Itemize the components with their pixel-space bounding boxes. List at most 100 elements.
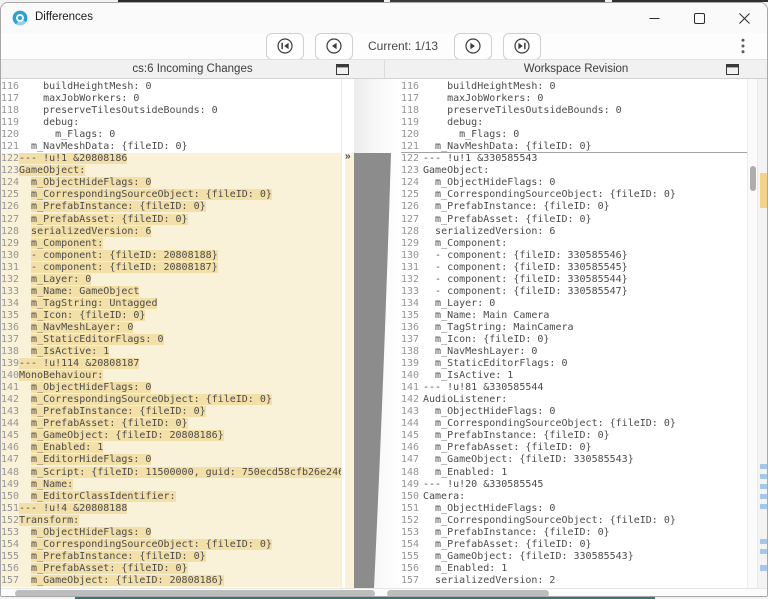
right-pane-header: Workspace Revision xyxy=(385,60,767,78)
screen: Differences Current: 1/13 cs:6 Incoming … xyxy=(0,0,768,599)
ruler-change-marker[interactable] xyxy=(760,549,767,554)
right-horizontal-scrollbar-thumb[interactable] xyxy=(387,590,549,596)
line-number: 139 xyxy=(1,358,20,370)
window-controls xyxy=(632,3,767,33)
code-line: 157 serializedVersion: 2 xyxy=(401,575,747,587)
ruler-change-marker[interactable] xyxy=(760,565,767,571)
ruler-change-marker[interactable] xyxy=(760,484,767,489)
vertical-scrollbar-thumb[interactable] xyxy=(750,166,756,191)
ruler-change-marker[interactable] xyxy=(760,474,767,479)
diff-connector-shape xyxy=(354,153,391,588)
code-line: 124 m_ObjectHideFlags: 0 xyxy=(1,177,341,190)
title-bar[interactable]: Differences xyxy=(1,3,767,33)
code-text: GameObject: xyxy=(19,165,86,177)
code-line: 133 - component: {fileID: 330585547} xyxy=(401,286,747,298)
right-vertical-scrollbar[interactable] xyxy=(747,79,757,588)
code-text: m_PrefabInstance: {fileID: 0} xyxy=(435,430,610,442)
code-text: m_IsActive: 1 xyxy=(31,346,110,358)
code-text: m_Component: xyxy=(435,237,508,249)
code-text: m_Flags: 0 xyxy=(55,129,116,141)
line-number: 124 xyxy=(401,177,420,189)
line-number: 125 xyxy=(401,189,420,201)
code-line: 131 - component: {fileID: 330585545} xyxy=(401,262,747,274)
line-number: 147 xyxy=(1,454,20,466)
go-next-diff-button[interactable] xyxy=(454,32,493,60)
line-number: 135 xyxy=(401,309,420,321)
code-text: maxJobWorkers: 0 xyxy=(447,93,544,105)
code-line: 140 m_IsActive: 1 xyxy=(401,370,747,382)
maximize-pane-icon[interactable] xyxy=(726,64,739,75)
code-line: 129 m_Component: xyxy=(401,238,747,250)
code-text: - component: {fileID: 330585545} xyxy=(435,261,628,273)
code-text: m_CorrespondingSourceObject: {fileID: 0} xyxy=(31,538,272,550)
code-line: 146 m_PrefabAsset: {fileID: 0} xyxy=(401,442,747,454)
line-number: 146 xyxy=(1,442,20,454)
right-code-pane[interactable]: 116 buildHeightMesh: 0 117 maxJobWorkers:… xyxy=(401,79,747,588)
ruler-change-marker[interactable] xyxy=(760,173,767,208)
code-text: m_Name: xyxy=(31,478,74,490)
code-text: m_PrefabInstance: {fileID: 0} xyxy=(435,526,610,538)
code-text: m_CorrespondingSourceObject: {fileID: 0} xyxy=(435,514,676,526)
code-line: 130 - component: {fileID: 20808188} xyxy=(1,249,341,262)
code-line: 138 m_IsActive: 1 xyxy=(1,346,341,359)
code-text: m_NavMeshLayer: 0 xyxy=(435,346,538,358)
go-previous-diff-button[interactable] xyxy=(315,32,353,60)
code-line: 152 m_CorrespondingSourceObject: {fileID… xyxy=(401,515,747,527)
code-line: 120 m_Flags: 0 xyxy=(1,129,341,141)
go-first-diff-button[interactable] xyxy=(266,32,304,60)
line-number: 135 xyxy=(1,309,20,321)
code-line: 149 m_Name: xyxy=(1,478,341,491)
ruler-change-marker[interactable] xyxy=(760,504,767,509)
plastic-scm-logo-icon xyxy=(12,10,28,26)
code-text: m_PrefabAsset: {fileID: 0} xyxy=(31,562,188,574)
code-line: 144 m_PrefabAsset: {fileID: 0} xyxy=(1,418,341,431)
code-line: 154 m_PrefabAsset: {fileID: 0} xyxy=(401,539,747,551)
code-text: m_GameObject: {fileID: 20808186} xyxy=(31,430,224,442)
code-text: m_Component: xyxy=(31,237,104,249)
close-icon[interactable] xyxy=(722,3,767,33)
ruler-change-marker[interactable] xyxy=(760,539,767,544)
code-text: Transform: xyxy=(19,514,80,526)
line-number: 132 xyxy=(401,273,420,285)
code-line: 127 m_PrefabAsset: {fileID: 0} xyxy=(1,213,341,226)
line-number: 122 xyxy=(1,153,20,165)
code-text: m_ObjectHideFlags: 0 xyxy=(31,526,152,538)
ruler-change-marker[interactable] xyxy=(760,464,767,469)
code-text: --- !u!114 &20808187 xyxy=(19,358,140,370)
line-number: 141 xyxy=(1,382,20,394)
code-line: 154 m_CorrespondingSourceObject: {fileID… xyxy=(1,538,341,551)
ruler-change-marker[interactable] xyxy=(760,494,767,499)
line-number: 142 xyxy=(401,394,420,406)
kebab-menu-icon[interactable] xyxy=(733,34,753,58)
line-number: 137 xyxy=(1,333,20,345)
code-line: 139 m_StaticEditorFlags: 0 xyxy=(401,358,747,370)
code-line: 151 --- !u!4 &20808188 xyxy=(1,502,341,515)
code-text: - component: {fileID: 330585547} xyxy=(435,285,628,297)
code-line: 146 m_Enabled: 1 xyxy=(1,442,341,455)
line-number: 128 xyxy=(1,225,20,237)
code-text: debug: xyxy=(447,117,484,129)
code-text: m_PrefabInstance: {fileID: 0} xyxy=(31,406,206,418)
code-line: 142 m_CorrespondingSourceObject: {fileID… xyxy=(1,394,341,407)
code-line: 125 m_CorrespondingSourceObject: {fileID… xyxy=(1,189,341,202)
go-last-diff-button[interactable] xyxy=(503,32,542,60)
code-line: 135 m_Name: Main Camera xyxy=(401,310,747,322)
code-line: 119 debug: xyxy=(1,117,341,129)
code-line: 138 m_NavMeshLayer: 0 xyxy=(401,346,747,358)
line-number: 122 xyxy=(401,153,420,165)
code-line: 156 m_Enabled: 1 xyxy=(401,563,747,575)
maximize-icon[interactable] xyxy=(677,3,722,33)
line-number: 120 xyxy=(401,129,420,141)
code-text: m_EditorHideFlags: 0 xyxy=(31,454,152,466)
minimize-icon[interactable] xyxy=(632,3,677,33)
diff-overview-ruler[interactable] xyxy=(757,79,767,588)
code-line: 117 maxJobWorkers: 0 xyxy=(401,93,747,105)
code-text: m_Icon: {fileID: 0} xyxy=(435,333,550,345)
left-horizontal-scrollbar-thumb[interactable] xyxy=(15,590,375,596)
line-number: 136 xyxy=(401,321,420,333)
line-number: 133 xyxy=(1,285,20,297)
code-line: 142 AudioListener: xyxy=(401,394,747,406)
code-line: 116 buildHeightMesh: 0 xyxy=(401,81,747,93)
maximize-pane-icon[interactable] xyxy=(336,64,349,75)
left-code-pane[interactable]: 116 buildHeightMesh: 0 117 maxJobWorkers:… xyxy=(1,79,341,588)
